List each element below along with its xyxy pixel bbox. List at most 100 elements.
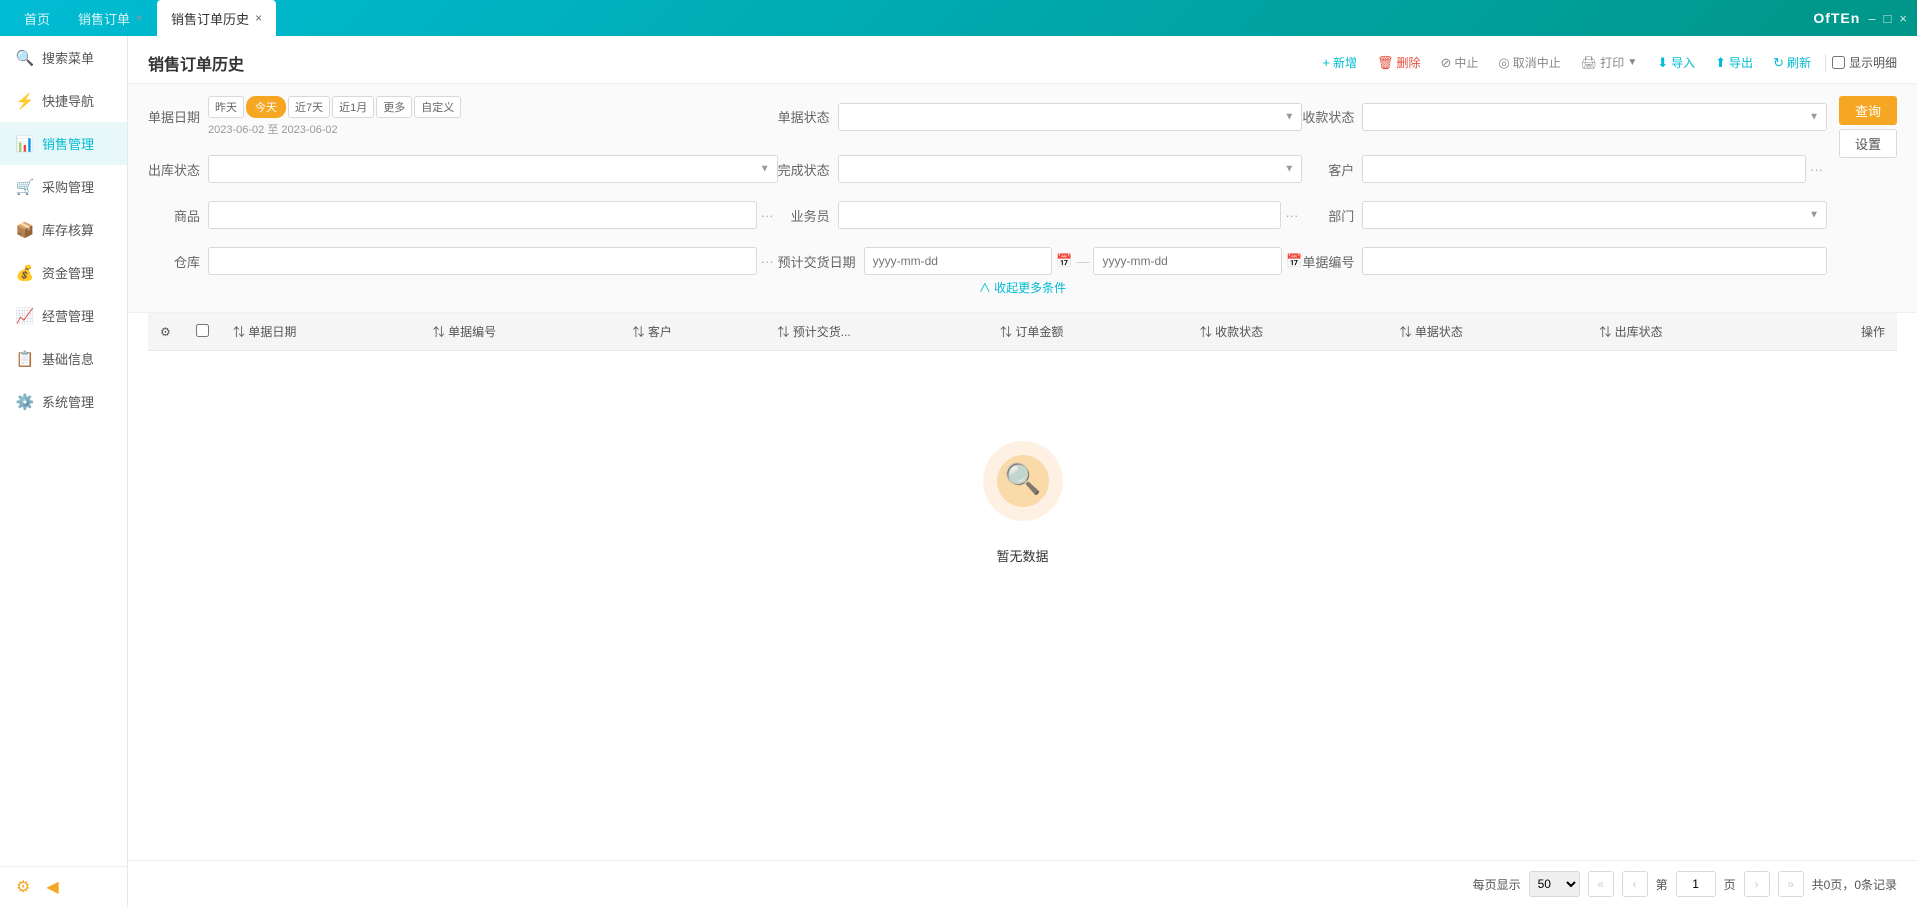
top-bar-right: OfTEn – □ × xyxy=(1813,10,1907,26)
col-bill-status[interactable]: ⇅ 单据状态 xyxy=(1388,313,1588,351)
bill-status-label: 单据状态 xyxy=(778,107,838,126)
salesperson-ellipsis-btn[interactable]: ··· xyxy=(1281,208,1302,223)
department-select[interactable] xyxy=(1362,201,1827,229)
bill-no-input[interactable] xyxy=(1362,247,1827,275)
col-out-status[interactable]: ⇅ 出库状态 xyxy=(1587,313,1787,351)
print-label: 打印 xyxy=(1600,54,1624,71)
calendar-to-icon[interactable]: 📅 xyxy=(1286,253,1302,269)
delete-button[interactable]: 🗑 删除 xyxy=(1369,50,1429,75)
sidebar-item-search-menu[interactable]: 🔍 搜索菜单 xyxy=(0,36,127,79)
col-amount[interactable]: ⇅ 订单金额 xyxy=(988,313,1188,351)
query-area: 单据日期 昨天 今天 近7天 近1月 更多 自定义 2 xyxy=(128,84,1917,313)
complete-status-select[interactable] xyxy=(838,155,1303,183)
out-status-select[interactable] xyxy=(208,155,778,183)
date-btn-last1m[interactable]: 近1月 xyxy=(332,96,374,118)
col-amount-label: ⇅ 订单金额 xyxy=(1000,325,1063,339)
print-arrow-icon: ▼ xyxy=(1627,57,1637,68)
top-bar-tabs: 首页 销售订单 × 销售订单历史 × xyxy=(10,0,276,36)
sidebar-item-finance[interactable]: 💰 资金管理 xyxy=(0,251,127,294)
expected-date-from-input[interactable] xyxy=(864,247,1053,275)
col-date[interactable]: ⇅ 单据日期 xyxy=(221,313,421,351)
tab-sales-order[interactable]: 销售订单 × xyxy=(64,0,157,36)
show-detail-checkbox[interactable] xyxy=(1832,56,1845,69)
col-checkbox[interactable] xyxy=(184,313,221,351)
setting-button[interactable]: 设置 xyxy=(1839,129,1897,158)
prev-page-btn[interactable]: ‹ xyxy=(1622,871,1648,897)
window-maximize-btn[interactable]: □ xyxy=(1884,11,1892,26)
customer-ellipsis-btn[interactable]: ··· xyxy=(1806,162,1827,177)
select-all-checkbox[interactable] xyxy=(196,324,209,337)
last-page-btn[interactable]: » xyxy=(1778,871,1804,897)
import-button[interactable]: ⬇ 导入 xyxy=(1649,50,1703,75)
brand-label: OfTEn xyxy=(1813,10,1860,26)
date-btn-more[interactable]: 更多 xyxy=(376,96,412,118)
sidebar-settings-icon[interactable]: ⚙ xyxy=(16,877,30,897)
warehouse-ellipsis-btn[interactable]: ··· xyxy=(757,254,778,269)
tab-home[interactable]: 首页 xyxy=(10,0,64,36)
col-settings[interactable]: ⚙ xyxy=(148,313,184,351)
collapse-row[interactable]: ∧ 收起更多条件 xyxy=(148,275,1897,300)
warehouse-input[interactable] xyxy=(208,247,757,275)
out-status-label: 出库状态 xyxy=(148,160,208,179)
sidebar-item-quick-nav[interactable]: ⚡ 快捷导航 xyxy=(0,79,127,122)
date-dash: — xyxy=(1076,254,1089,269)
inventory-icon: 📦 xyxy=(16,221,34,239)
date-btn-today[interactable]: 今天 xyxy=(246,96,286,118)
tab-sales-order-history[interactable]: 销售订单历史 × xyxy=(157,0,276,36)
refresh-button[interactable]: ↻ 刷新 xyxy=(1765,50,1819,75)
date-btn-custom[interactable]: 自定义 xyxy=(414,96,461,118)
svg-text:🔍: 🔍 xyxy=(1004,459,1041,496)
window-minimize-btn[interactable]: – xyxy=(1868,11,1875,26)
sidebar-item-sales-mgmt[interactable]: 📊 销售管理 xyxy=(0,122,127,165)
col-customer[interactable]: ⇅ 客户 xyxy=(621,313,766,351)
page-number-input[interactable] xyxy=(1676,871,1716,897)
tab-sales-order-close[interactable]: × xyxy=(136,11,143,25)
query-row-4: 仓库 ··· 预计交货日期 📅 — 📅 xyxy=(148,247,1827,275)
sidebar-item-inventory[interactable]: 📦 库存核算 xyxy=(0,208,127,251)
product-input[interactable] xyxy=(208,201,757,229)
complete-status-select-wrapper: ▼ xyxy=(838,155,1303,183)
stop-button[interactable]: ⊘ 中止 xyxy=(1433,50,1487,75)
date-btn-yesterday[interactable]: 昨天 xyxy=(208,96,244,118)
tab-sales-order-history-close[interactable]: × xyxy=(255,11,262,25)
new-button[interactable]: + 新增 xyxy=(1314,50,1365,75)
sidebar-collapse-icon[interactable]: ◀ xyxy=(46,877,58,897)
refresh-label: 刷新 xyxy=(1787,54,1811,71)
sidebar-item-system-mgmt-label: 系统管理 xyxy=(42,392,94,411)
sidebar-item-operations[interactable]: 📈 经营管理 xyxy=(0,294,127,337)
product-ellipsis-btn[interactable]: ··· xyxy=(757,208,778,223)
payment-status-select[interactable] xyxy=(1362,103,1827,131)
export-label: 导出 xyxy=(1729,54,1753,71)
sidebar-item-basic-info[interactable]: 📋 基础信息 xyxy=(0,337,127,380)
window-close-btn[interactable]: × xyxy=(1899,11,1907,26)
payment-status-select-wrapper: ▼ xyxy=(1362,103,1827,131)
new-label: 新增 xyxy=(1333,54,1357,71)
next-page-btn[interactable]: › xyxy=(1744,871,1770,897)
col-operation: 操作 xyxy=(1787,313,1897,351)
query-button[interactable]: 查询 xyxy=(1839,96,1897,125)
sidebar-item-purchase-mgmt[interactable]: 🛒 采购管理 xyxy=(0,165,127,208)
sidebar-item-system-mgmt[interactable]: ⚙️ 系统管理 xyxy=(0,380,127,423)
cancel-stop-button[interactable]: ◎ 取消中止 xyxy=(1490,50,1568,75)
query-department-field: 部门 ▼ xyxy=(1302,201,1827,229)
bill-status-select[interactable] xyxy=(838,103,1303,131)
query-row-3: 商品 ··· 业务员 ··· 部门 xyxy=(148,201,1827,229)
per-page-select[interactable]: 10 20 50 100 xyxy=(1529,871,1580,897)
col-customer-label: ⇅ 客户 xyxy=(633,325,672,339)
query-expected-date-field: 预计交货日期 📅 — 📅 xyxy=(778,247,1303,275)
col-payment-status[interactable]: ⇅ 收款状态 xyxy=(1188,313,1388,351)
table-head: ⚙ ⇅ 单据日期 ⇅ 单据编号 ⇅ 客户 ⇅ 预计交货... xyxy=(148,313,1897,351)
export-button[interactable]: ⬆ 导出 xyxy=(1707,50,1761,75)
col-expected-date[interactable]: ⇅ 预计交货... xyxy=(765,313,988,351)
customer-input[interactable] xyxy=(1362,155,1806,183)
date-btn-last7[interactable]: 近7天 xyxy=(288,96,330,118)
print-button[interactable]: 🖨 打印 ▼ xyxy=(1573,50,1645,75)
expected-date-to-input[interactable] xyxy=(1093,247,1282,275)
col-bill-no[interactable]: ⇅ 单据编号 xyxy=(421,313,621,351)
show-detail-label[interactable]: 显示明细 xyxy=(1832,54,1897,71)
first-page-btn[interactable]: « xyxy=(1588,871,1614,897)
empty-state: 🔍 暂无数据 xyxy=(148,351,1897,645)
date-label: 单据日期 xyxy=(148,107,208,126)
salesperson-input[interactable] xyxy=(838,201,1282,229)
calendar-from-icon[interactable]: 📅 xyxy=(1056,253,1072,269)
